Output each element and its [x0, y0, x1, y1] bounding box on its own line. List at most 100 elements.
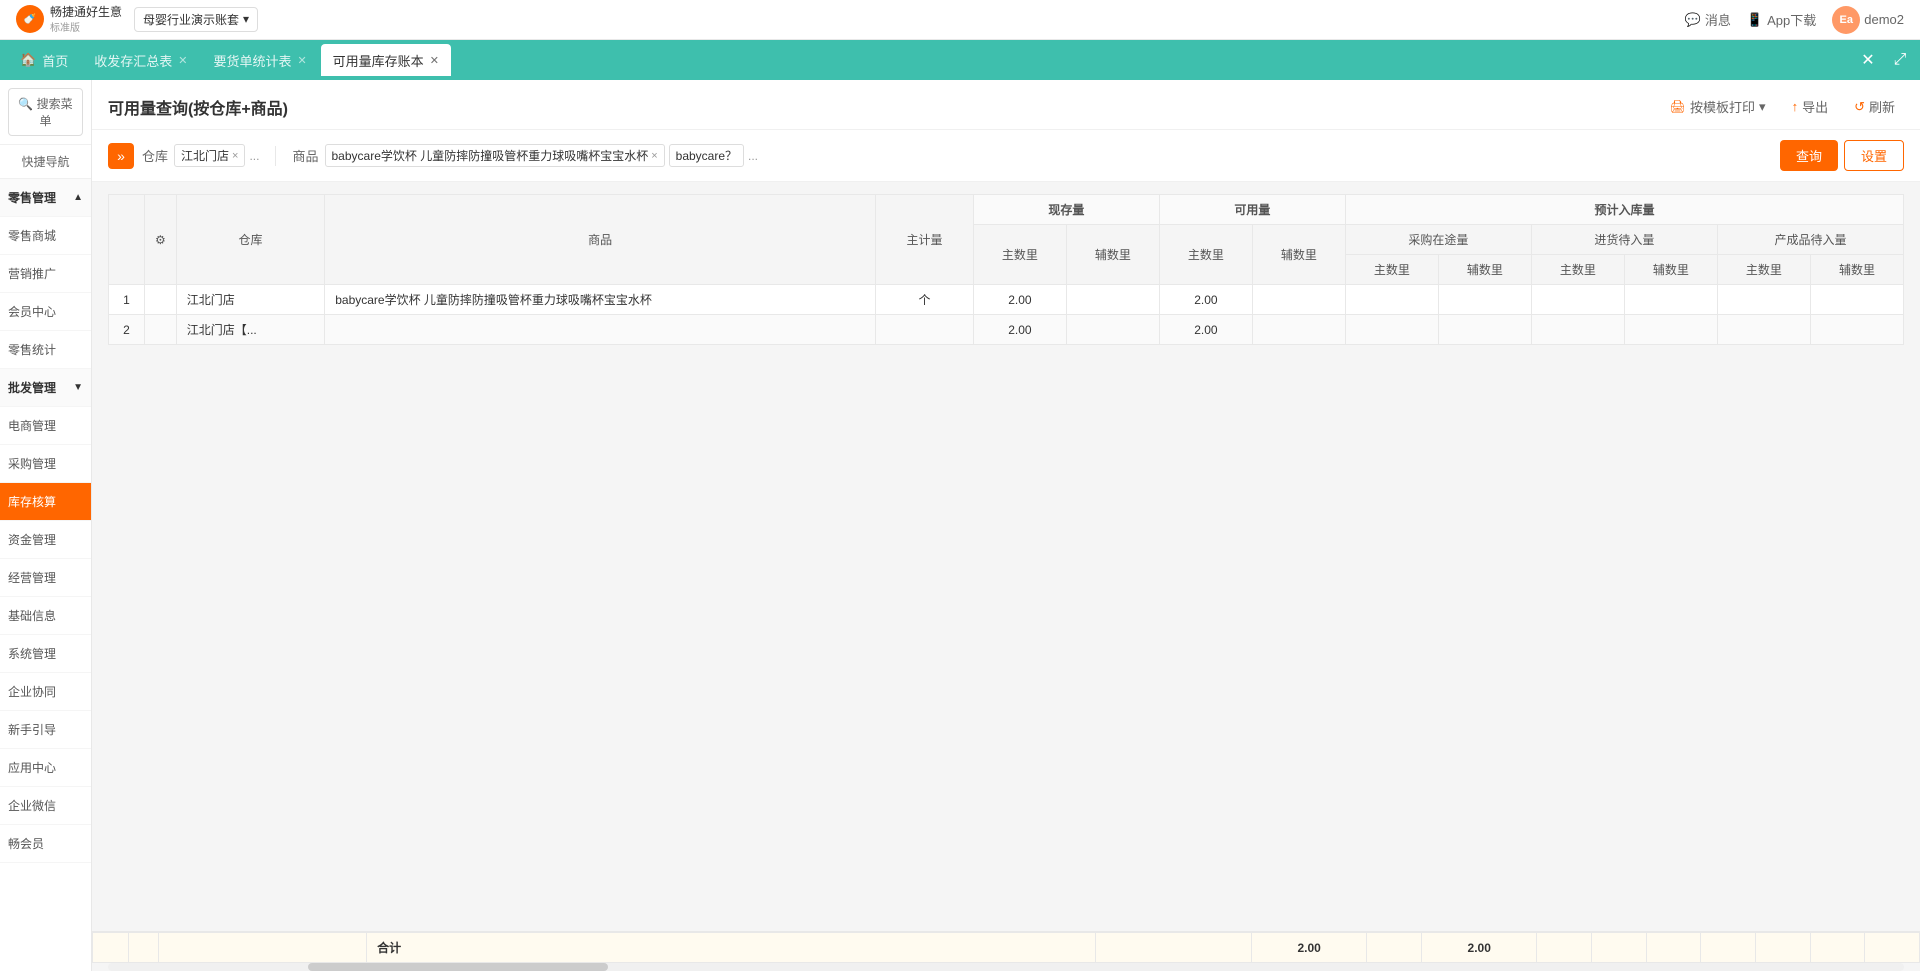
tab-home[interactable]: 🏠 首页 — [8, 44, 80, 76]
footer-current-main: 2.00 — [1251, 933, 1366, 963]
export-btn[interactable]: ↑ 导出 — [1783, 92, 1838, 121]
col-product-main: 主数里 — [1717, 255, 1810, 285]
sidebar-item-zero-mall[interactable]: 零售商城 — [0, 217, 91, 255]
table-area: ⚙ 仓库 商品 主计量 现存量 — [92, 182, 1920, 931]
sidebar-item-finance-label: 资金管理 — [8, 531, 56, 548]
table-header-row1: ⚙ 仓库 商品 主计量 现存量 — [109, 195, 1904, 225]
col-avail-main: 主数里 — [1159, 225, 1252, 285]
sidebar-item-inventory[interactable]: 库存核算 — [0, 483, 91, 521]
product-tag-0-remove[interactable]: × — [651, 150, 657, 162]
sidebar-item-enterprise[interactable]: 企业协同 — [0, 673, 91, 711]
app-download-btn[interactable]: 📱 App下载 — [1747, 10, 1816, 29]
col-forecast-header: 预计入库量 — [1345, 195, 1903, 225]
message-icon: 💬 — [1685, 12, 1701, 28]
warehouse-filter-group: 仓库 江北门店 × ... — [142, 144, 259, 167]
user-area[interactable]: Ea demo2 — [1832, 6, 1904, 34]
tab-receive-send-close[interactable]: ✕ — [178, 54, 187, 67]
sidebar-quicknav-btn[interactable]: 快捷导航 — [0, 145, 91, 179]
sidebar-item-member[interactable]: 会员中心 — [0, 293, 91, 331]
print-template-btn[interactable]: 🖨 按模板打印 ▾ — [1661, 92, 1775, 121]
sidebar-search-btn[interactable]: 🔍 搜索菜单 — [8, 88, 83, 136]
phone-icon: 📱 — [1747, 12, 1763, 28]
tab-receive-send[interactable]: 收发存汇总表 ✕ — [82, 44, 199, 76]
sidebar-item-new-guide[interactable]: 新手引导 — [0, 711, 91, 749]
footer-incoming-main — [1701, 933, 1756, 963]
sidebar-item-finance[interactable]: 资金管理 — [0, 521, 91, 559]
sidebar-item-zero-mall-label: 零售商城 — [8, 227, 56, 244]
tab-available-stock-label: 可用量库存账本 — [333, 51, 424, 70]
col-available-header: 可用量 — [1159, 195, 1345, 225]
row2-avail-main: 2.00 — [1159, 315, 1252, 345]
tab-order-stats[interactable]: 要货单统计表 ✕ — [201, 44, 318, 76]
row1-settings[interactable] — [145, 285, 177, 315]
horizontal-scrollbar[interactable] — [108, 963, 1904, 971]
dropdown-icon: ▾ — [243, 12, 249, 26]
sidebar-item-ecommerce[interactable]: 电商管理 — [0, 407, 91, 445]
query-btn[interactable]: 查询 — [1780, 140, 1838, 171]
col-main-unit-header: 主计量 — [876, 195, 974, 285]
zero-sales-arrow: ▲ — [73, 192, 83, 203]
sidebar-item-basics-label: 基础信息 — [8, 607, 56, 624]
message-btn[interactable]: 💬 消息 — [1685, 10, 1731, 29]
scroll-thumb[interactable] — [308, 963, 608, 971]
logo-sub: 标准版 — [50, 19, 122, 34]
footer-product-main — [1810, 933, 1865, 963]
row1-product: babycare学饮杯 儿童防摔防撞吸管杯重力球吸嘴杯宝宝水杯 — [325, 285, 876, 315]
col-current-stock-header: 现存量 — [973, 195, 1159, 225]
tab-order-stats-close[interactable]: ✕ — [297, 54, 306, 67]
sidebar-item-wholesale[interactable]: 批发管理 ▼ — [0, 369, 91, 407]
warehouse-tag-0[interactable]: 江北门店 × — [174, 144, 245, 167]
row2-unit — [876, 315, 974, 345]
tab-available-stock[interactable]: 可用量库存账本 ✕ — [321, 44, 451, 76]
warehouse-more[interactable]: ... — [249, 149, 259, 163]
refresh-icon: ↺ — [1854, 99, 1865, 115]
sidebar-item-marketing[interactable]: 营销推广 — [0, 255, 91, 293]
row2-product-aux — [1810, 315, 1903, 345]
product-tag-0-text: babycare学饮杯 儿童防摔防撞吸管杯重力球吸嘴杯宝宝水杯 — [332, 147, 649, 164]
sidebar-item-basics[interactable]: 基础信息 — [0, 597, 91, 635]
sidebar-item-purchase[interactable]: 采购管理 — [0, 445, 91, 483]
product-tag-1[interactable]: babycare？ — [669, 144, 744, 167]
warehouse-tag-0-remove[interactable]: × — [232, 150, 238, 162]
table-body: 1 江北门店 babycare学饮杯 儿童防摔防撞吸管杯重力球吸嘴杯宝宝水杯 个… — [109, 285, 1904, 345]
user-avatar: Ea — [1832, 6, 1860, 34]
top-bar: 🍼 畅捷通好生意 标准版 母婴行业演示账套 ▾ 💬 消息 📱 App下载 Ea … — [0, 0, 1920, 40]
footer-table: 合计 2.00 2.00 — [92, 932, 1920, 963]
sidebar-item-zero-sales[interactable]: 零售管理 ▲ — [0, 179, 91, 217]
product-more[interactable]: ... — [748, 149, 758, 163]
col-product-header: 商品 — [325, 195, 876, 285]
row2-purchase-main — [1345, 315, 1438, 345]
col-settings-icon[interactable]: ⚙ — [145, 195, 177, 285]
sidebar-item-app-center[interactable]: 应用中心 — [0, 749, 91, 787]
sidebar-item-vip-member[interactable]: 畅会员 — [0, 825, 91, 863]
refresh-btn[interactable]: ↺ 刷新 — [1845, 92, 1904, 121]
sidebar-item-business[interactable]: 经营管理 — [0, 559, 91, 597]
sidebar-item-zero-stats[interactable]: 零售统计 — [0, 331, 91, 369]
footer-empty1 — [93, 933, 129, 963]
sidebar-item-enterprise-wechat[interactable]: 企业微信 — [0, 787, 91, 825]
footer-row: 合计 2.00 2.00 — [93, 933, 1920, 963]
filter-area: » 仓库 江北门店 × ... 商品 babycare学饮杯 儿童防摔防撞吸管杯… — [92, 130, 1920, 182]
footer-incoming-aux — [1755, 933, 1810, 963]
col-incoming-aux: 辅数里 — [1624, 255, 1717, 285]
quicknav-label: 快捷导航 — [21, 155, 69, 169]
tab-available-stock-close[interactable]: ✕ — [430, 54, 439, 67]
tab-expand-btn[interactable]: ⤢ — [1888, 48, 1912, 72]
tenant-selector[interactable]: 母婴行业演示账套 ▾ — [134, 7, 258, 32]
sidebar-search-label: 搜索菜单 — [37, 97, 73, 128]
footer-avail-aux — [1537, 933, 1592, 963]
sidebar-item-system-label: 系统管理 — [8, 645, 56, 662]
filter-expand-btn[interactable]: » — [108, 143, 134, 169]
tab-bar-right: ✕ ⤢ — [1856, 48, 1912, 72]
tab-close-all-btn[interactable]: ✕ — [1856, 48, 1880, 72]
product-tag-0[interactable]: babycare学饮杯 儿童防摔防撞吸管杯重力球吸嘴杯宝宝水杯 × — [325, 144, 665, 167]
sidebar-item-system[interactable]: 系统管理 — [0, 635, 91, 673]
col-current-main: 主数里 — [973, 225, 1066, 285]
home-icon: 🏠 — [20, 52, 36, 68]
settings-btn[interactable]: 设置 — [1844, 140, 1904, 171]
row2-settings[interactable] — [145, 315, 177, 345]
row1-incoming-main — [1531, 285, 1624, 315]
tab-bar: 🏠 首页 收发存汇总表 ✕ 要货单统计表 ✕ 可用量库存账本 ✕ ✕ ⤢ — [0, 40, 1920, 80]
col-warehouse-header: 仓库 — [176, 195, 324, 285]
footer-avail-main: 2.00 — [1421, 933, 1536, 963]
